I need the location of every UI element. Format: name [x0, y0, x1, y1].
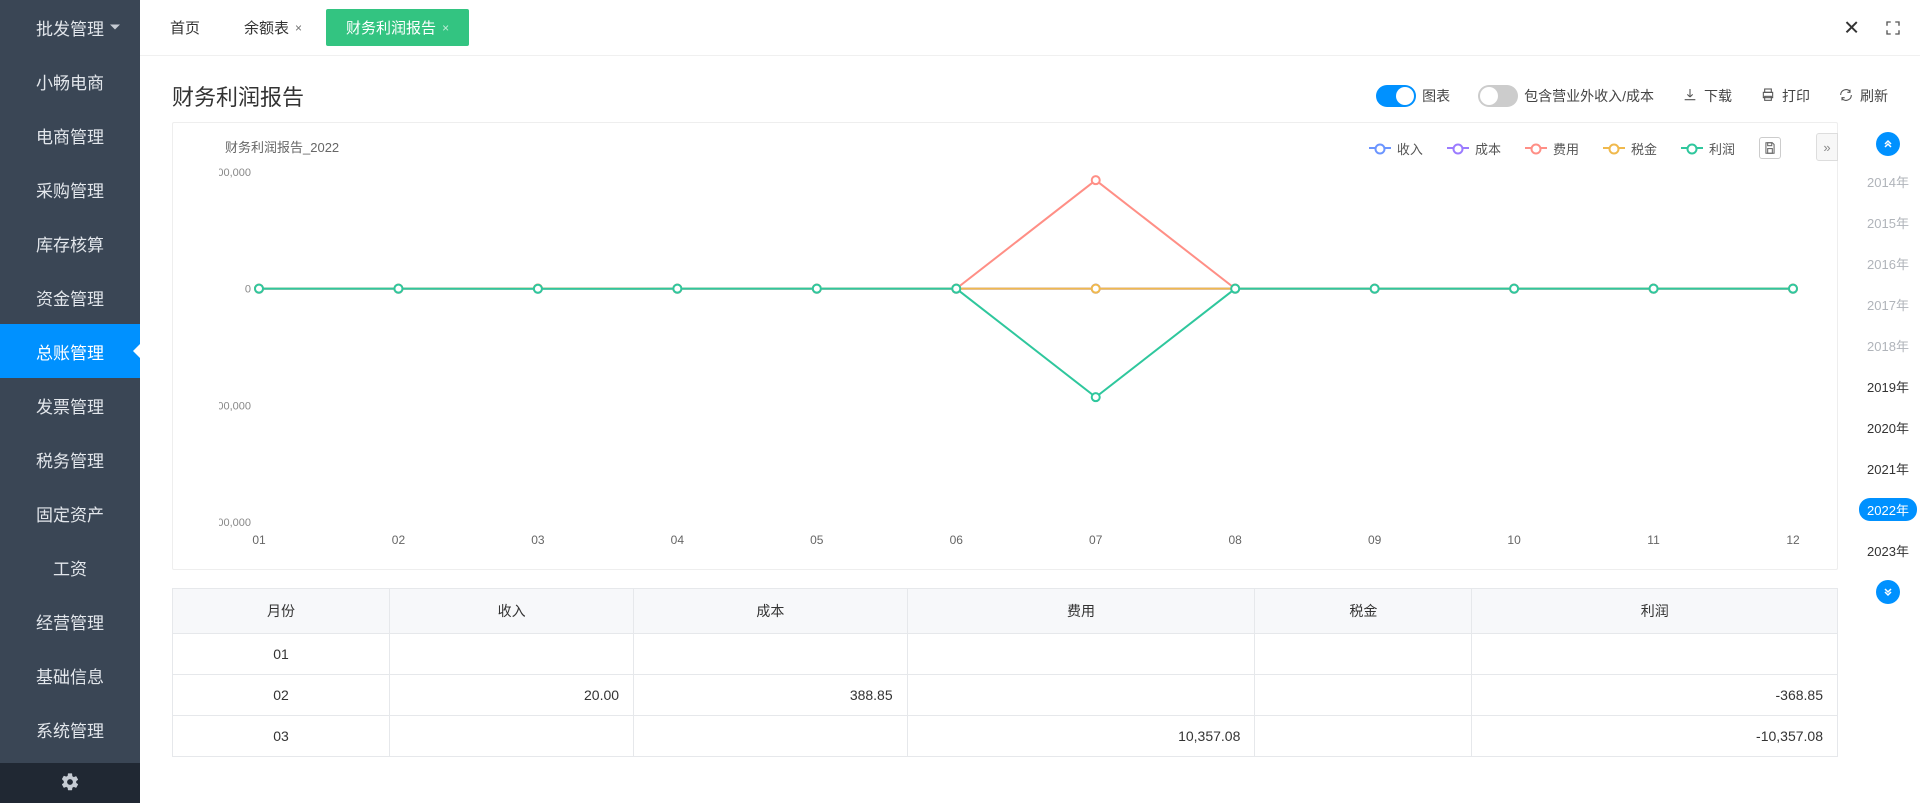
- table-header: 收入: [390, 589, 634, 634]
- tab-label: 首页: [170, 17, 200, 38]
- legend-item[interactable]: 利润: [1681, 139, 1735, 158]
- sidebar-item-6[interactable]: 总账管理: [0, 324, 140, 378]
- year-item[interactable]: 2014年: [1859, 170, 1917, 193]
- svg-text:11: 11: [1647, 533, 1660, 547]
- year-item[interactable]: 2020年: [1859, 416, 1917, 439]
- table-header: 利润: [1472, 589, 1838, 634]
- tabs-row: 首页 余额表 × 财务利润报告 × ✕: [140, 0, 1920, 56]
- table-header: 税金: [1255, 589, 1472, 634]
- sidebar-item-5[interactable]: 资金管理: [0, 270, 140, 324]
- page-title: 财务利润报告: [172, 80, 304, 112]
- year-item[interactable]: 2015年: [1859, 211, 1917, 234]
- svg-text:09: 09: [1368, 533, 1382, 547]
- year-item[interactable]: 2023年: [1859, 539, 1917, 562]
- year-up-button[interactable]: [1876, 132, 1900, 156]
- download-icon: [1682, 87, 1698, 106]
- sidebar-item-2[interactable]: 电商管理: [0, 108, 140, 162]
- table-header: 月份: [173, 589, 390, 634]
- sidebar-settings[interactable]: [0, 763, 140, 803]
- sidebar-item-12[interactable]: 基础信息: [0, 648, 140, 702]
- tab-close-icon[interactable]: ×: [295, 21, 302, 35]
- table-header: 费用: [907, 589, 1255, 634]
- table-row: 0220.00388.85-368.85: [173, 675, 1838, 716]
- chart-plot: -20,000,000 -10,000,000 0 10,000,000 01 02 03 0…: [219, 162, 1813, 552]
- year-item[interactable]: 2022年: [1859, 498, 1917, 521]
- tab-0[interactable]: 首页: [150, 9, 220, 46]
- toggle-extra-switch[interactable]: [1478, 85, 1518, 107]
- tab-label: 财务利润报告: [346, 17, 436, 38]
- data-table: 月份收入成本费用税金利润 010220.00388.85-368.850310,…: [172, 588, 1838, 757]
- year-rail: 2014年 2015年 2016年 2017年 2018年 2019年 2020年 2021年…: [1856, 122, 1920, 803]
- svg-text:06: 06: [950, 533, 964, 547]
- chart-legend: 收入 成本 费用 税金 利润: [1369, 137, 1781, 159]
- svg-text:04: 04: [671, 533, 685, 547]
- sidebar-item-3[interactable]: 采购管理: [0, 162, 140, 216]
- legend-item[interactable]: 费用: [1525, 139, 1579, 158]
- tab-2[interactable]: 财务利润报告 ×: [326, 9, 469, 46]
- year-item[interactable]: 2017年: [1859, 293, 1917, 316]
- content: 财务利润报告_2022 收入成本费用税金利润 » -20,000,000-10,…: [140, 122, 1920, 803]
- svg-text:10: 10: [1507, 533, 1521, 547]
- table-row: 0310,357.08-10,357.08: [173, 716, 1838, 757]
- toggle-chart-switch[interactable]: [1376, 85, 1416, 107]
- table-header: 成本: [634, 589, 908, 634]
- sidebar: 批发管理小畅电商电商管理采购管理库存核算资金管理总账管理发票管理税务管理固定资产…: [0, 0, 140, 803]
- year-item[interactable]: 2018年: [1859, 334, 1917, 357]
- svg-text:12: 12: [1786, 533, 1800, 547]
- svg-text:05: 05: [810, 533, 824, 547]
- toggle-extra[interactable]: 包含营业外收入/成本: [1478, 85, 1654, 107]
- toolbar: 图表 包含营业外收入/成本 下载 打印 刷新: [1376, 85, 1888, 107]
- sidebar-item-11[interactable]: 经营管理: [0, 594, 140, 648]
- svg-text:-20,000,000: -20,000,000: [219, 517, 251, 529]
- svg-text:0: 0: [245, 284, 251, 296]
- toggle-chart-label: 图表: [1422, 86, 1450, 106]
- sidebar-item-0[interactable]: 批发管理: [0, 0, 140, 54]
- legend-item[interactable]: 税金: [1603, 139, 1657, 158]
- refresh-button[interactable]: 刷新: [1838, 86, 1888, 106]
- save-chart-icon[interactable]: [1759, 137, 1781, 159]
- toggle-chart[interactable]: 图表: [1376, 85, 1450, 107]
- main: 首页 余额表 × 财务利润报告 × ✕ 财务利润报告 图表 包含营业外收入/成本 下载 …: [140, 0, 1920, 803]
- svg-text:01: 01: [252, 533, 266, 547]
- sidebar-item-8[interactable]: 税务管理: [0, 432, 140, 486]
- table-row: 01: [173, 634, 1838, 675]
- sidebar-item-7[interactable]: 发票管理: [0, 378, 140, 432]
- tab-close-icon[interactable]: ×: [442, 21, 449, 35]
- svg-text:08: 08: [1229, 533, 1243, 547]
- print-button[interactable]: 打印: [1760, 86, 1810, 106]
- svg-text:07: 07: [1089, 533, 1103, 547]
- sidebar-item-9[interactable]: 固定资产: [0, 486, 140, 540]
- fullscreen-icon[interactable]: [1884, 19, 1902, 37]
- collapse-chart-button[interactable]: »: [1816, 133, 1838, 161]
- year-down-button[interactable]: [1876, 580, 1900, 604]
- toggle-extra-label: 包含营业外收入/成本: [1524, 86, 1654, 106]
- gear-icon: [60, 772, 80, 795]
- svg-text:-10,000,000: -10,000,000: [219, 400, 251, 412]
- svg-text:03: 03: [531, 533, 545, 547]
- legend-item[interactable]: 成本: [1447, 139, 1501, 158]
- tab-label: 余额表: [244, 17, 289, 38]
- close-icon[interactable]: ✕: [1843, 15, 1860, 40]
- year-item[interactable]: 2019年: [1859, 375, 1917, 398]
- page-header: 财务利润报告 图表 包含营业外收入/成本 下载 打印 刷新: [140, 56, 1920, 122]
- year-item[interactable]: 2016年: [1859, 252, 1917, 275]
- sidebar-item-4[interactable]: 库存核算: [0, 216, 140, 270]
- svg-text:02: 02: [392, 533, 406, 547]
- year-item[interactable]: 2021年: [1859, 457, 1917, 480]
- refresh-icon: [1838, 87, 1854, 106]
- tab-1[interactable]: 余额表 ×: [224, 9, 322, 46]
- download-button[interactable]: 下载: [1682, 86, 1732, 106]
- sidebar-item-13[interactable]: 系统管理: [0, 702, 140, 756]
- content-main: 财务利润报告_2022 收入成本费用税金利润 » -20,000,000-10,…: [172, 122, 1838, 803]
- sidebar-item-1[interactable]: 小畅电商: [0, 54, 140, 108]
- print-icon: [1760, 87, 1776, 106]
- chart-card: 财务利润报告_2022 收入成本费用税金利润 » -20,000,000-10,…: [172, 122, 1838, 570]
- sidebar-item-10[interactable]: 工资: [0, 540, 140, 594]
- svg-text:10,000,000: 10,000,000: [219, 167, 251, 179]
- legend-item[interactable]: 收入: [1369, 139, 1423, 158]
